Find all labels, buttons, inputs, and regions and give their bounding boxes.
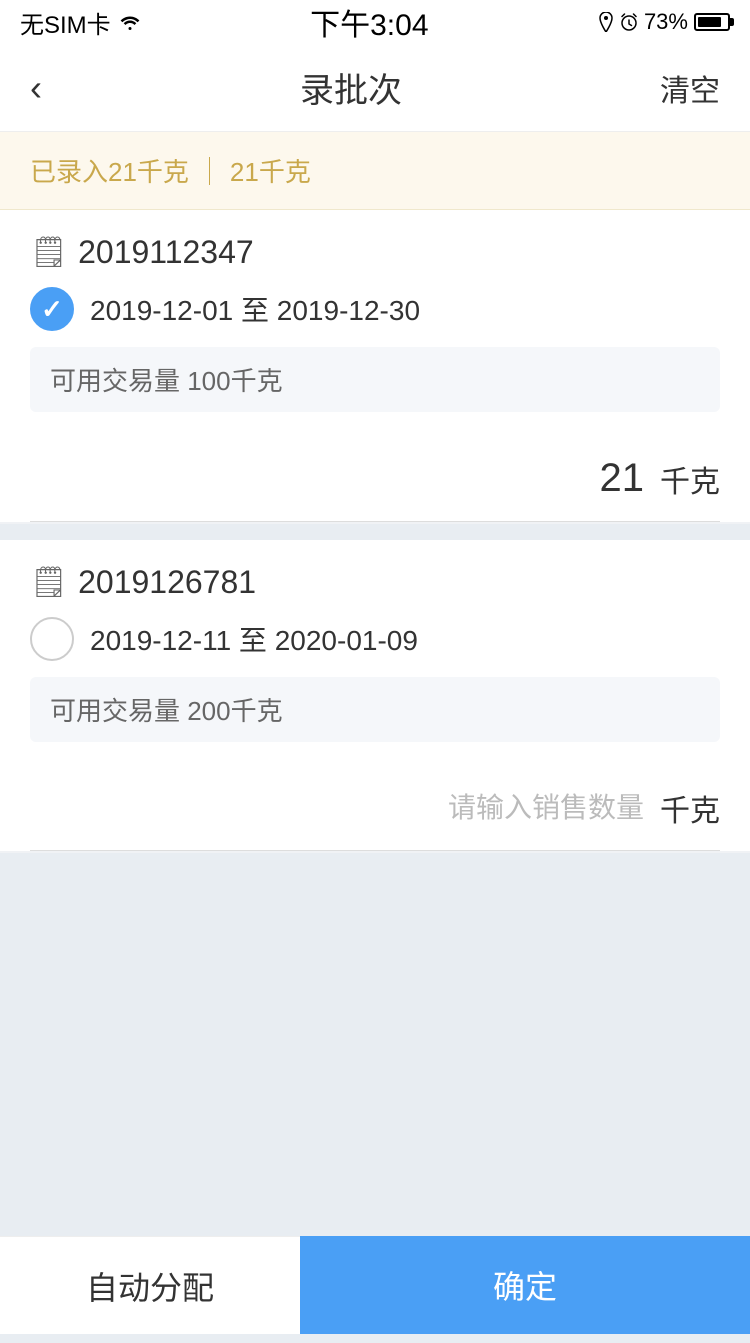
radio-1[interactable] — [30, 287, 74, 331]
battery-icon — [694, 13, 730, 31]
batch-header-2: 🗒 2019126781 — [30, 564, 720, 601]
status-bar: 无SIM卡 下午3:04 73% — [0, 0, 750, 44]
input-row-2: 千克 — [0, 766, 750, 850]
wifi-icon — [119, 14, 141, 30]
clear-button[interactable]: 清空 — [660, 66, 720, 110]
confirm-button[interactable]: 确定 — [300, 1236, 750, 1334]
batch-card-1: 🗒 2019112347 2019-12-01 至 2019-12-30 可用交… — [0, 210, 750, 522]
date-row-2[interactable]: 2019-12-11 至 2020-01-09 — [30, 617, 720, 661]
page-title: 录批次 — [300, 63, 402, 112]
amount-unit-1: 千克 — [660, 457, 720, 501]
availability-1: 可用交易量 100千克 — [30, 347, 720, 412]
amount-divider-1 — [30, 521, 720, 522]
input-unit-2: 千克 — [660, 786, 720, 830]
amount-row-1: 千克 — [0, 436, 750, 521]
quantity-input-2[interactable] — [30, 792, 644, 824]
location-icon — [598, 12, 614, 32]
batch-header-1: 🗒 2019112347 — [30, 234, 720, 271]
bottom-buttons: 自动分配 确定 — [0, 1236, 750, 1334]
availability-2: 可用交易量 200千克 — [30, 677, 720, 742]
sim-text: 无SIM卡 — [20, 5, 111, 40]
date-text-1: 2019-12-01 至 2019-12-30 — [90, 289, 420, 329]
batch-id-2: 2019126781 — [78, 564, 256, 601]
radio-2[interactable] — [30, 617, 74, 661]
status-bar-time: 下午3:04 — [310, 0, 428, 44]
batch-doc-icon-1: 🗒 — [30, 235, 68, 270]
auto-distribute-button[interactable]: 自动分配 — [0, 1236, 300, 1334]
info-banner: 已录入21千克 21千克 — [0, 132, 750, 210]
alarm-icon — [620, 13, 638, 31]
batch-card-2: 🗒 2019126781 2019-12-11 至 2020-01-09 可用交… — [0, 540, 750, 851]
batch-doc-icon-2: 🗒 — [30, 565, 68, 600]
batch-id-1: 2019112347 — [78, 234, 254, 271]
status-bar-right: 73% — [598, 9, 730, 35]
banner-divider — [209, 157, 210, 185]
amount-input-1[interactable] — [524, 456, 644, 501]
section-divider — [0, 524, 750, 540]
back-button[interactable]: ‹ — [30, 67, 42, 109]
date-row-1[interactable]: 2019-12-01 至 2019-12-30 — [30, 287, 720, 331]
battery-percent: 73% — [644, 9, 688, 35]
recorded-label: 已录入21千克 — [30, 152, 189, 189]
status-bar-left: 无SIM卡 — [20, 5, 141, 40]
recorded-value: 21千克 — [230, 152, 311, 189]
nav-bar: ‹ 录批次 清空 — [0, 44, 750, 132]
input-underline-2 — [30, 850, 720, 851]
date-text-2: 2019-12-11 至 2020-01-09 — [90, 619, 418, 659]
